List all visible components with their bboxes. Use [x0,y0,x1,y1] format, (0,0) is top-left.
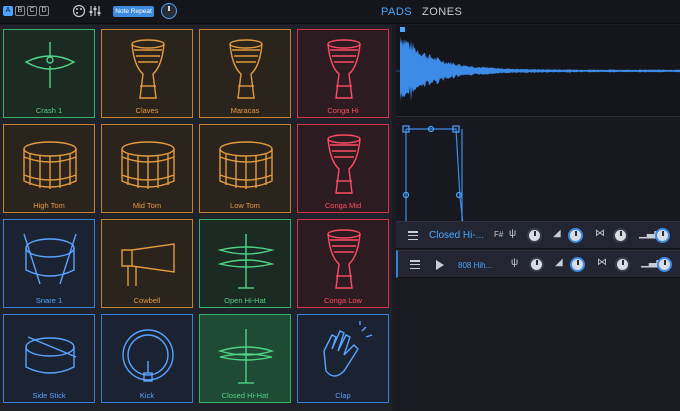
clap-hands-icon [323,321,373,377]
sample-name[interactable]: Closed Hi-... [429,230,484,241]
sample-name[interactable]: 808 Hih... [458,261,492,270]
note-repeat-button[interactable]: Note Repeat [113,6,154,17]
pad-open-hi-hat[interactable]: Open Hi-Hat [199,219,291,308]
waveform-graph [396,27,680,102]
pad-label: Cowbell [133,296,161,305]
pad-closed-hi-hat[interactable]: Closed Hi-Hat [199,314,291,403]
pad-label: Maracas [230,106,260,115]
djembe-icon [131,39,165,99]
pan-icon: ⋈ [595,228,605,239]
tom-drum-icon [121,141,175,189]
pad-label: Conga Mid [324,201,362,210]
pad-low-tom[interactable]: Low Tom [199,124,291,213]
volume-ramp-icon: ◢ [555,257,563,268]
snare-drum-icon [25,336,77,374]
pan-icon: ⋈ [597,257,607,268]
pad-maracas[interactable]: Maracas [199,29,291,118]
tuning-fork-icon: ψ [511,257,519,268]
hihat-icon [217,329,275,384]
djembe-icon [327,229,361,289]
pad-side-stick[interactable]: Side Stick [3,314,95,403]
tom-drum-icon [23,141,77,189]
volume-knob[interactable] [570,257,585,272]
djembe-icon [327,134,361,194]
pad-label: Claves [135,106,159,115]
pad-high-tom[interactable]: High Tom [3,124,95,213]
bank-a-button[interactable]: A [3,6,13,16]
sample-layer-row[interactable]: 808 Hih... ψ ◢ ⋈ ▁▃▅ [396,250,680,278]
menu-icon[interactable] [410,260,420,270]
menu-icon[interactable] [408,231,418,241]
cymbal-icon [24,42,76,88]
pad-conga-mid[interactable]: Conga Mid [297,124,389,213]
pan-knob[interactable] [615,257,630,272]
pad-label: Snare 1 [35,296,63,305]
kick-drum-icon [122,329,174,382]
pad-mid-tom[interactable]: Mid Tom [101,124,193,213]
pad-label: Clap [335,391,351,400]
pad-label: Conga Hi [327,106,359,115]
pad-crash-1[interactable]: Crash 1 [3,29,95,118]
volume-knob[interactable] [568,228,583,243]
pad-label: Side Stick [32,391,66,400]
bank-c-button[interactable]: C [27,6,37,16]
play-icon[interactable] [436,260,444,270]
pad-label: Low Tom [230,201,260,210]
tab-zones[interactable]: ZONES [422,6,462,18]
gain-knob[interactable] [657,257,672,272]
palette-icon[interactable] [72,4,86,18]
pad-label: Kick [139,391,155,400]
pad-label: Conga Low [324,296,362,305]
hihat-icon [217,234,275,289]
pad-label: High Tom [33,201,65,210]
pad-label: Closed Hi-Hat [221,391,269,400]
pad-label: Mid Tom [132,201,162,210]
bank-d-button[interactable]: D [39,6,49,16]
envelope-node [455,191,463,199]
pad-label: Open Hi-Hat [224,296,266,305]
pan-knob[interactable] [613,228,628,243]
pad-cowbell[interactable]: Cowbell [101,219,193,308]
waveform-display[interactable] [396,25,680,117]
pad-kick[interactable]: Kick [101,314,193,403]
bank-b-button[interactable]: B [15,6,25,16]
tab-pads[interactable]: PADS [381,6,412,18]
root-note[interactable]: F# [494,230,503,239]
cowbell-icon [121,243,175,286]
top-toolbar: A B C D Note Repeat PADS ZONES [0,0,680,24]
pad-label: Crash 1 [35,106,63,115]
djembe-icon [327,39,361,99]
djembe-icon [229,39,263,99]
pad-conga-low[interactable]: Conga Low [297,219,389,308]
sample-layer-row[interactable]: Closed Hi-... F# ψ ◢ ⋈ ▁▃▅ [396,221,680,249]
tune-knob[interactable] [527,228,542,243]
sample-start-marker [400,27,405,32]
tom-drum-icon [219,141,273,189]
pad-grid: Crash 1 Claves Maracas Conga Hi High Tom… [0,25,392,411]
pad-clap[interactable]: Clap [297,314,389,403]
pad-conga-hi[interactable]: Conga Hi [297,29,389,118]
pad-claves[interactable]: Claves [101,29,193,118]
volume-ramp-icon: ◢ [553,228,561,239]
pad-snare-1[interactable]: Snare 1 [3,219,95,308]
tune-knob[interactable] [529,257,544,272]
gain-knob[interactable] [655,228,670,243]
sample-editor-panel: Closed Hi-... F# ψ ◢ ⋈ ▁▃▅ 808 Hih... ψ … [396,25,680,411]
snare-drum-icon [23,233,77,285]
tuning-fork-icon: ψ [509,228,517,239]
note-repeat-rate-knob[interactable] [161,3,177,19]
mixer-sliders-icon[interactable] [88,4,102,18]
